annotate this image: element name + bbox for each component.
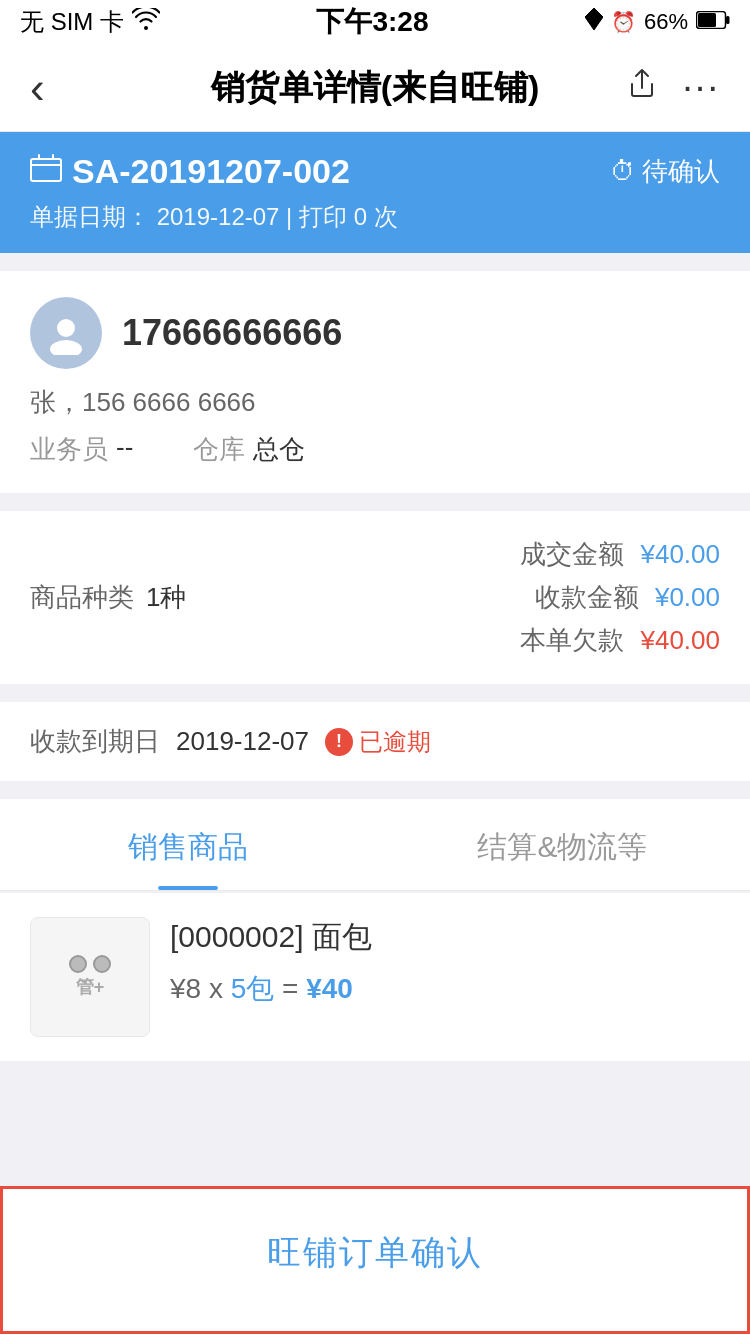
- svg-point-6: [50, 340, 82, 355]
- order-id: SA-20191207-002: [30, 152, 350, 191]
- confirm-button-container: 旺铺订单确认: [0, 1186, 750, 1334]
- product-total: ¥40: [306, 973, 353, 1004]
- tabs-container: 销售商品 结算&物流等: [0, 799, 750, 891]
- sales-value: --: [116, 432, 133, 467]
- order-header-banner: SA-20191207-002 ⏱ 待确认 单据日期： 2019-12-07 |…: [0, 132, 750, 253]
- status-bar: 无 SIM 卡 下午3:28 ⏰ 66%: [0, 0, 750, 44]
- status-left: 无 SIM 卡: [20, 6, 160, 38]
- order-icon: [30, 154, 62, 189]
- wifi-icon: [132, 8, 160, 36]
- customer-name-info: 张，156 6666 6666: [30, 385, 720, 420]
- amount-label: 成交金额: [520, 537, 624, 572]
- page-title: 销货单详情(来自旺铺): [211, 65, 540, 111]
- more-button[interactable]: ···: [682, 66, 720, 109]
- product-quantity: 5包: [231, 973, 275, 1004]
- overdue-icon: !: [325, 728, 353, 756]
- product-price: ¥8 x 5包 = ¥40: [170, 970, 720, 1008]
- owl-right-eye: [93, 955, 111, 973]
- due-date-value: 2019-12-07: [176, 726, 309, 757]
- svg-rect-4: [31, 159, 61, 181]
- tab-settlement-logistics[interactable]: 结算&物流等: [375, 799, 750, 890]
- amount-value: ¥40.00: [640, 539, 720, 570]
- battery-label: 66%: [644, 9, 688, 35]
- share-button[interactable]: [626, 68, 658, 108]
- due-date-section: 收款到期日 2019-12-07 ! 已逾期: [0, 702, 750, 781]
- overdue-badge: ! 已逾期: [325, 726, 431, 758]
- product-type-label: 商品种类: [30, 580, 134, 615]
- product-type-value: 1种: [146, 580, 186, 615]
- product-info: [0000002] 面包 ¥8 x 5包 = ¥40: [170, 917, 720, 1008]
- due-label: 本单欠款: [520, 623, 624, 658]
- sales-label: 业务员: [30, 432, 108, 467]
- status-time: 下午3:28: [316, 3, 428, 41]
- due-value: ¥40.00: [640, 625, 720, 656]
- product-list: 管+ [0000002] 面包 ¥8 x 5包 = ¥40: [0, 893, 750, 1061]
- owl-logo-text: 管+: [76, 975, 105, 999]
- warehouse-label: 仓库: [193, 432, 245, 467]
- order-status: ⏱ 待确认: [610, 154, 720, 189]
- customer-avatar: [30, 297, 102, 369]
- svg-rect-2: [698, 13, 716, 27]
- order-date: 单据日期： 2019-12-07 | 打印 0 次: [30, 201, 720, 233]
- status-right: ⏰ 66%: [585, 8, 730, 36]
- location-icon: [585, 8, 603, 36]
- product-thumbnail: 管+: [30, 917, 150, 1037]
- customer-section: 17666666666 张，156 6666 6666 业务员 -- 仓库 总仓: [0, 271, 750, 493]
- customer-meta: 业务员 -- 仓库 总仓: [30, 432, 720, 467]
- battery-icon: [696, 9, 730, 35]
- owl-left-eye: [69, 955, 87, 973]
- svg-point-5: [57, 319, 75, 337]
- svg-rect-3: [726, 16, 730, 24]
- product-item: 管+ [0000002] 面包 ¥8 x 5包 = ¥40: [30, 917, 720, 1037]
- collected-label: 收款金额: [535, 580, 639, 615]
- confirm-order-button[interactable]: 旺铺订单确认: [33, 1209, 717, 1297]
- tab-sales-products[interactable]: 销售商品: [0, 799, 375, 890]
- nav-actions: ···: [626, 66, 720, 109]
- no-sim-label: 无 SIM 卡: [20, 6, 124, 38]
- summary-section: 商品种类 1种 成交金额 ¥40.00 收款金额 ¥0.00 本单欠款 ¥40.…: [0, 511, 750, 684]
- due-date-label: 收款到期日: [30, 724, 160, 759]
- svg-marker-0: [586, 9, 602, 29]
- customer-phone: 17666666666: [122, 312, 342, 354]
- product-name: [0000002] 面包: [170, 917, 720, 958]
- back-button[interactable]: ‹: [30, 63, 65, 113]
- alarm-icon: ⏰: [611, 10, 636, 34]
- overdue-text: 已逾期: [359, 726, 431, 758]
- nav-bar: ‹ 销货单详情(来自旺铺) ···: [0, 44, 750, 132]
- warehouse-value: 总仓: [253, 432, 305, 467]
- collected-value: ¥0.00: [655, 582, 720, 613]
- status-clock-icon: ⏱: [610, 156, 636, 187]
